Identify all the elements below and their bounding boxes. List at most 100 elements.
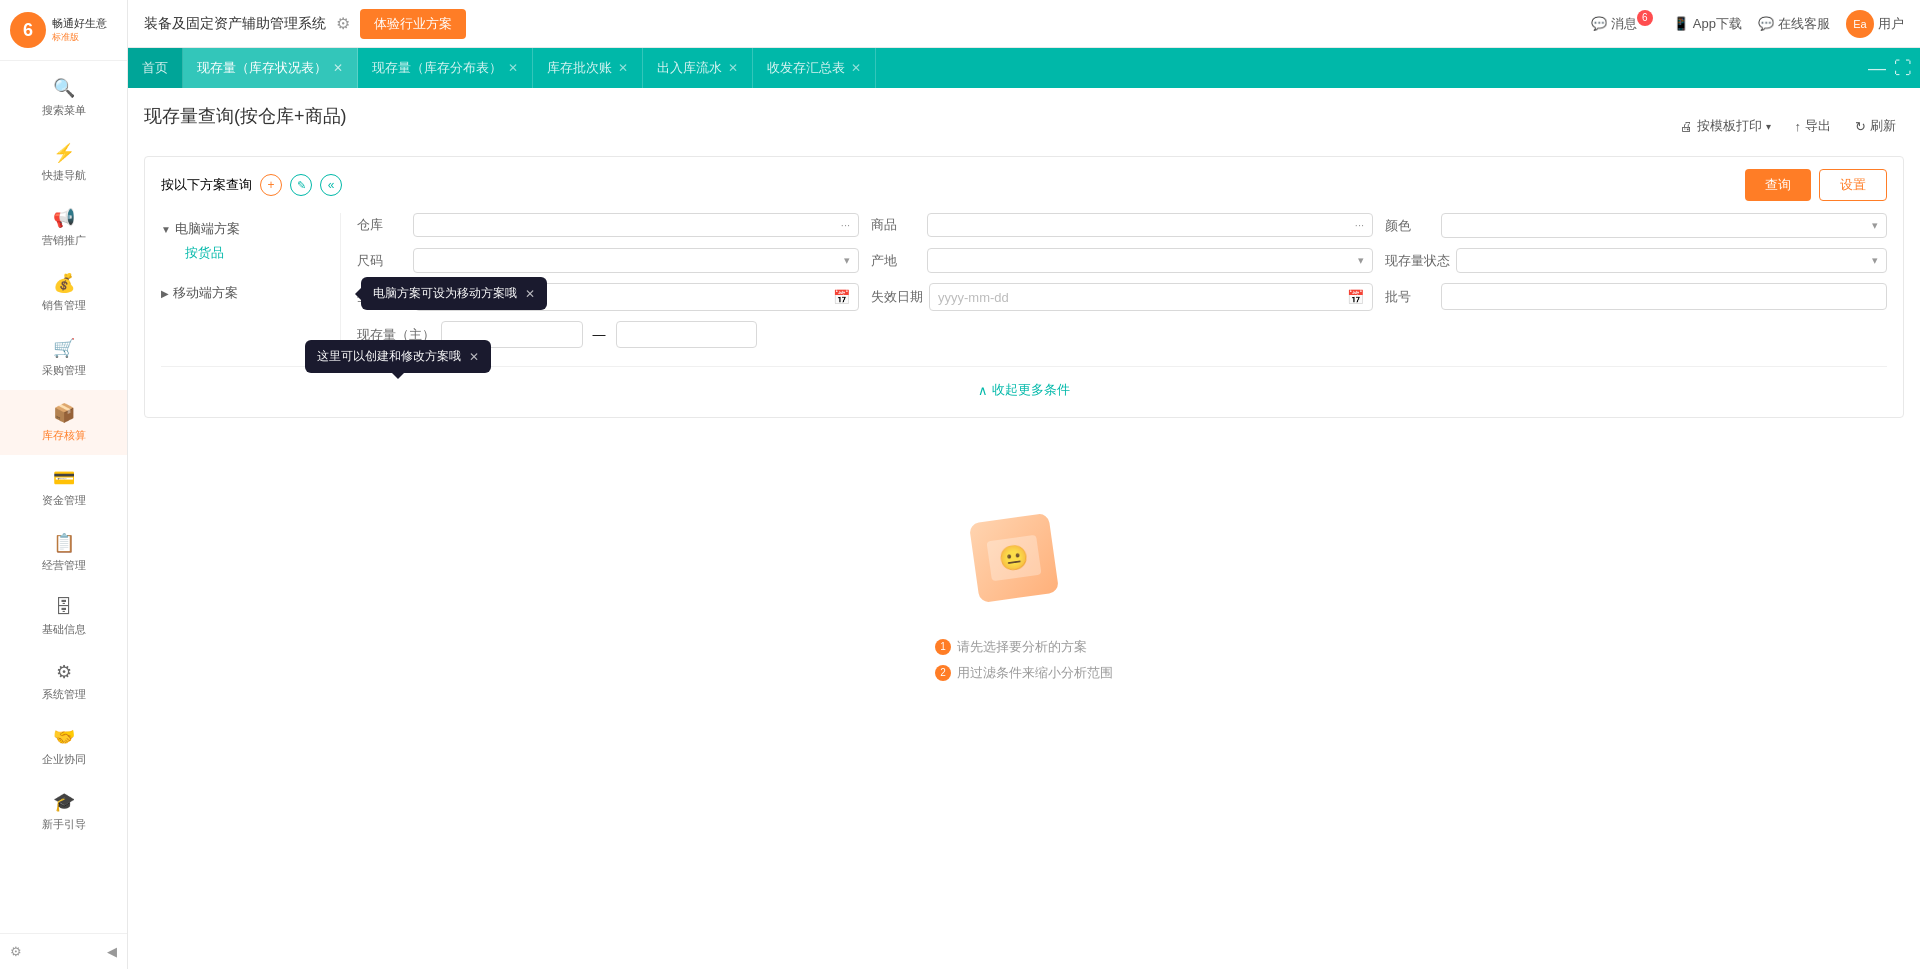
cart-icon: 🛒 xyxy=(53,337,75,359)
color-select[interactable]: ▾ xyxy=(1441,213,1887,238)
sidebar-item-label: 快捷导航 xyxy=(42,168,86,183)
industry-plan-button[interactable]: 体验行业方案 xyxy=(360,9,466,39)
scheme-tree: ▼ 电脑端方案 按货品 ▶ 移动端方案 xyxy=(161,213,341,358)
sidebar-item-basic[interactable]: 🗄 基础信息 xyxy=(0,585,127,649)
tab-home[interactable]: 首页 xyxy=(128,48,183,88)
tab-label: 出入库流水 xyxy=(657,59,722,77)
search-row-2: 尺码 ▾ 产地 ▾ 现存量状态 xyxy=(357,248,1887,273)
warehouse-select[interactable]: ··· xyxy=(413,213,859,237)
tab-inout-flow[interactable]: 出入库流水 ✕ xyxy=(643,48,753,88)
collapse-sidebar-icon[interactable]: ◀ xyxy=(107,944,117,959)
sidebar-item-finance[interactable]: 💳 资金管理 xyxy=(0,455,127,520)
header-gear-icon[interactable]: ⚙ xyxy=(336,14,350,33)
handshake-icon: 🤝 xyxy=(53,726,75,748)
tab-close-icon[interactable]: ✕ xyxy=(851,61,861,75)
sidebar-item-label: 资金管理 xyxy=(42,493,86,508)
origin-label: 产地 xyxy=(871,252,921,270)
message-icon: 💬 xyxy=(1591,16,1607,31)
field-stock-status: 现存量状态 ▾ xyxy=(1385,248,1887,273)
sidebar-item-label: 营销推广 xyxy=(42,233,86,248)
chevron-down-icon: ▾ xyxy=(1872,254,1878,267)
tab-close-icon[interactable]: ✕ xyxy=(508,61,518,75)
message-badge: 6 xyxy=(1637,10,1653,26)
set-button[interactable]: 设置 xyxy=(1819,169,1887,201)
tooltip-close-icon[interactable]: ✕ xyxy=(525,287,535,301)
sidebar-item-sales[interactable]: 💰 销售管理 xyxy=(0,260,127,325)
tooltip-arrow xyxy=(355,288,361,300)
sidebar-item-guide[interactable]: 🎓 新手引导 xyxy=(0,779,127,844)
empty-box-icon: 😐 xyxy=(969,513,1059,603)
sidebar-item-label: 采购管理 xyxy=(42,363,86,378)
scheme-desktop-label: 电脑端方案 xyxy=(175,220,240,238)
sidebar-item-label: 库存核算 xyxy=(42,428,86,443)
calendar-icon: 📅 xyxy=(1347,289,1364,305)
message-item[interactable]: 💬 消息 6 xyxy=(1591,15,1657,33)
settings-bottom-icon[interactable]: ⚙ xyxy=(10,944,22,959)
tooltip-arrow2 xyxy=(392,373,404,379)
chevron-down-icon: ··· xyxy=(841,219,850,231)
search-section-label: 按以下方案查询 xyxy=(161,176,252,194)
field-warehouse: 仓库 ··· xyxy=(357,213,859,237)
sidebar-item-enterprise[interactable]: 🤝 企业协同 xyxy=(0,714,127,779)
tab-close-icon[interactable]: ✕ xyxy=(333,61,343,75)
goods-select[interactable]: ··· xyxy=(927,213,1373,237)
sidebar-item-inventory[interactable]: 📦 库存核算 xyxy=(0,390,127,455)
tab-inventory-dist[interactable]: 现存量（库存分布表） ✕ xyxy=(358,48,533,88)
empty-tips: 1 请先选择要分析的方案 2 用过滤条件来缩小分析范围 xyxy=(935,634,1113,686)
print-button[interactable]: 🖨 按模板打印 ▾ xyxy=(1672,113,1779,139)
scheme-item-desktop[interactable]: ▼ 电脑端方案 xyxy=(161,217,324,241)
origin-select[interactable]: ▾ xyxy=(927,248,1373,273)
search-section: 按以下方案查询 + ✎ « 查询 设置 ▼ 电脑端方案 按货品 xyxy=(144,156,1904,418)
tab-close-icon[interactable]: ✕ xyxy=(618,61,628,75)
sidebar-item-shortcut[interactable]: ⚡ 快捷导航 xyxy=(0,130,127,195)
collapse-button[interactable]: ∧ 收起更多条件 xyxy=(161,375,1887,405)
query-button[interactable]: 查询 xyxy=(1745,169,1811,201)
stock-status-select[interactable]: ▾ xyxy=(1456,248,1887,273)
sidebar-item-system[interactable]: ⚙ 系统管理 xyxy=(0,649,127,714)
size-select[interactable]: ▾ xyxy=(413,248,859,273)
expand-arrow-icon: ▼ xyxy=(161,224,171,235)
sidebar-item-search[interactable]: 🔍 搜索菜单 xyxy=(0,65,127,130)
stock-max-input[interactable] xyxy=(616,321,758,348)
tooltip-close-icon2[interactable]: ✕ xyxy=(469,350,479,364)
tab-minimize-icon[interactable]: — xyxy=(1868,58,1886,79)
export-button[interactable]: ↑ 导出 xyxy=(1787,113,1840,139)
empty-state: 😐 1 请先选择要分析的方案 2 用过滤条件来缩小分析范围 xyxy=(144,458,1904,746)
sidebar-item-operations[interactable]: 📋 经营管理 xyxy=(0,520,127,585)
page-title: 现存量查询(按仓库+商品) xyxy=(144,104,347,128)
batch-input[interactable] xyxy=(1441,283,1887,310)
scheme-arrow-button[interactable]: « xyxy=(320,174,342,196)
tab-batch-account[interactable]: 库存批次账 ✕ xyxy=(533,48,643,88)
scheme-item-mobile[interactable]: ▶ 移动端方案 xyxy=(161,281,324,305)
sidebar-item-marketing[interactable]: 📢 营销推广 xyxy=(0,195,127,260)
edit-scheme-button[interactable]: ✎ xyxy=(290,174,312,196)
app-download-label: App下载 xyxy=(1693,15,1742,33)
search-icon: 🔍 xyxy=(53,77,75,99)
app-download-item[interactable]: 📱 App下载 xyxy=(1673,15,1742,33)
tab-receive-summary[interactable]: 收发存汇总表 ✕ xyxy=(753,48,876,88)
user-item[interactable]: Ea 用户 xyxy=(1846,10,1904,38)
add-scheme-button[interactable]: + xyxy=(260,174,282,196)
tab-close-icon[interactable]: ✕ xyxy=(728,61,738,75)
tab-fullscreen-icon[interactable]: ⛶ xyxy=(1894,58,1912,79)
field-expire-date: 失效日期 yyyy-mm-dd 📅 xyxy=(871,283,1373,311)
chevron-down-icon: ▾ xyxy=(844,254,850,267)
tab-inventory-status[interactable]: 现存量（库存状况表） ✕ xyxy=(183,48,358,88)
database-icon: 🗄 xyxy=(55,597,73,618)
sidebar-nav: 🔍 搜索菜单 ⚡ 快捷导航 📢 营销推广 💰 销售管理 🛒 采购管理 📦 库存核… xyxy=(0,61,127,933)
guide-icon: 🎓 xyxy=(53,791,75,813)
refresh-button[interactable]: ↻ 刷新 xyxy=(1847,113,1904,139)
expire-date-label: 失效日期 xyxy=(871,288,923,306)
sidebar-item-label: 企业协同 xyxy=(42,752,86,767)
expire-date-input[interactable]: yyyy-mm-dd 📅 xyxy=(929,283,1373,311)
sidebar-item-purchase[interactable]: 🛒 采购管理 xyxy=(0,325,127,390)
tab-label: 现存量（库存分布表） xyxy=(372,59,502,77)
tab-label: 现存量（库存状况表） xyxy=(197,59,327,77)
gear-icon: ⚙ xyxy=(56,661,72,683)
online-support-item[interactable]: 💬 在线客服 xyxy=(1758,15,1830,33)
scheme-sub-label: 按货品 xyxy=(185,244,224,262)
scheme-item-by-goods[interactable]: 按货品 xyxy=(161,241,324,265)
batch-label: 批号 xyxy=(1385,288,1435,306)
tab-label: 收发存汇总表 xyxy=(767,59,845,77)
online-support-label: 在线客服 xyxy=(1778,15,1830,33)
